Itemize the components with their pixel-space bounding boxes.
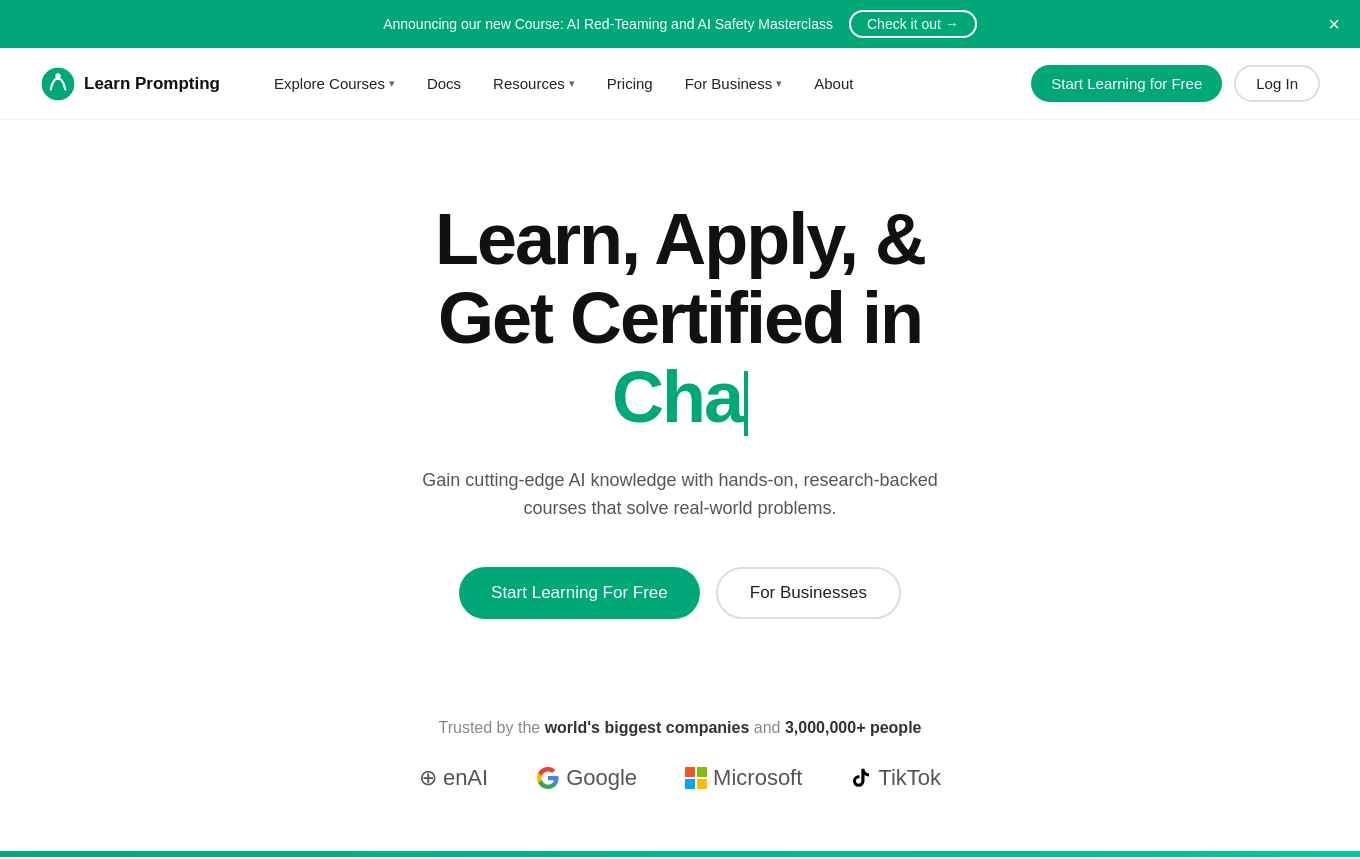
hero-title-accent: Cha — [435, 358, 925, 437]
tiktok-logo: TikTok — [850, 765, 941, 791]
google-logo: Google — [536, 765, 637, 791]
nav-login-button[interactable]: Log In — [1234, 65, 1320, 102]
nav-resources[interactable]: Resources ▾ — [479, 67, 589, 100]
nav-for-business[interactable]: For Business ▾ — [671, 67, 797, 100]
hero-section: Learn, Apply, & Get Certified in Cha Gai… — [0, 120, 1360, 679]
trusted-section: Trusted by the world's biggest companies… — [0, 679, 1360, 851]
banner-text: Announcing our new Course: AI Red-Teamin… — [383, 16, 833, 32]
hero-title: Learn, Apply, & Get Certified in Cha — [435, 200, 925, 438]
hero-for-businesses-button[interactable]: For Businesses — [716, 567, 901, 619]
microsoft-icon — [685, 767, 707, 789]
announcement-banner: Announcing our new Course: AI Red-Teamin… — [0, 0, 1360, 48]
microsoft-logo: Microsoft — [685, 765, 802, 791]
nav-explore-courses[interactable]: Explore Courses ▾ — [260, 67, 409, 100]
chevron-down-icon: ▾ — [389, 77, 395, 90]
main-nav: Learn Prompting Explore Courses ▾ Docs R… — [0, 48, 1360, 120]
google-icon — [536, 766, 560, 790]
hero-subtitle: Gain cutting-edge AI knowledge with hand… — [400, 466, 960, 524]
svg-point-2 — [55, 73, 60, 78]
tiktok-icon — [850, 767, 872, 789]
openai-icon: ⊕ — [419, 765, 437, 791]
bottom-gradient-bar — [0, 851, 1360, 857]
svg-point-1 — [42, 67, 74, 99]
trusted-logos: ⊕ enAI Google Microsoft — [419, 765, 941, 791]
hero-buttons: Start Learning For Free For Businesses — [459, 567, 901, 619]
banner-cta-button[interactable]: Check it out → — [849, 10, 977, 38]
nav-actions: Start Learning for Free Log In — [1031, 65, 1320, 102]
hero-start-learning-button[interactable]: Start Learning For Free — [459, 567, 700, 619]
nav-start-learning-button[interactable]: Start Learning for Free — [1031, 65, 1222, 102]
logo-text: Learn Prompting — [84, 74, 220, 94]
banner-close-button[interactable]: × — [1328, 14, 1340, 34]
nav-docs[interactable]: Docs — [413, 67, 475, 100]
openai-logo: ⊕ enAI — [419, 765, 488, 791]
logo-icon — [40, 66, 76, 102]
trusted-text: Trusted by the world's biggest companies… — [439, 719, 922, 737]
nav-about[interactable]: About — [800, 67, 867, 100]
nav-pricing[interactable]: Pricing — [593, 67, 667, 100]
nav-links: Explore Courses ▾ Docs Resources ▾ Prici… — [260, 67, 1031, 100]
chevron-down-icon: ▾ — [776, 77, 782, 90]
typing-cursor — [744, 371, 748, 436]
chevron-down-icon: ▾ — [569, 77, 575, 90]
logo-link[interactable]: Learn Prompting — [40, 66, 220, 102]
